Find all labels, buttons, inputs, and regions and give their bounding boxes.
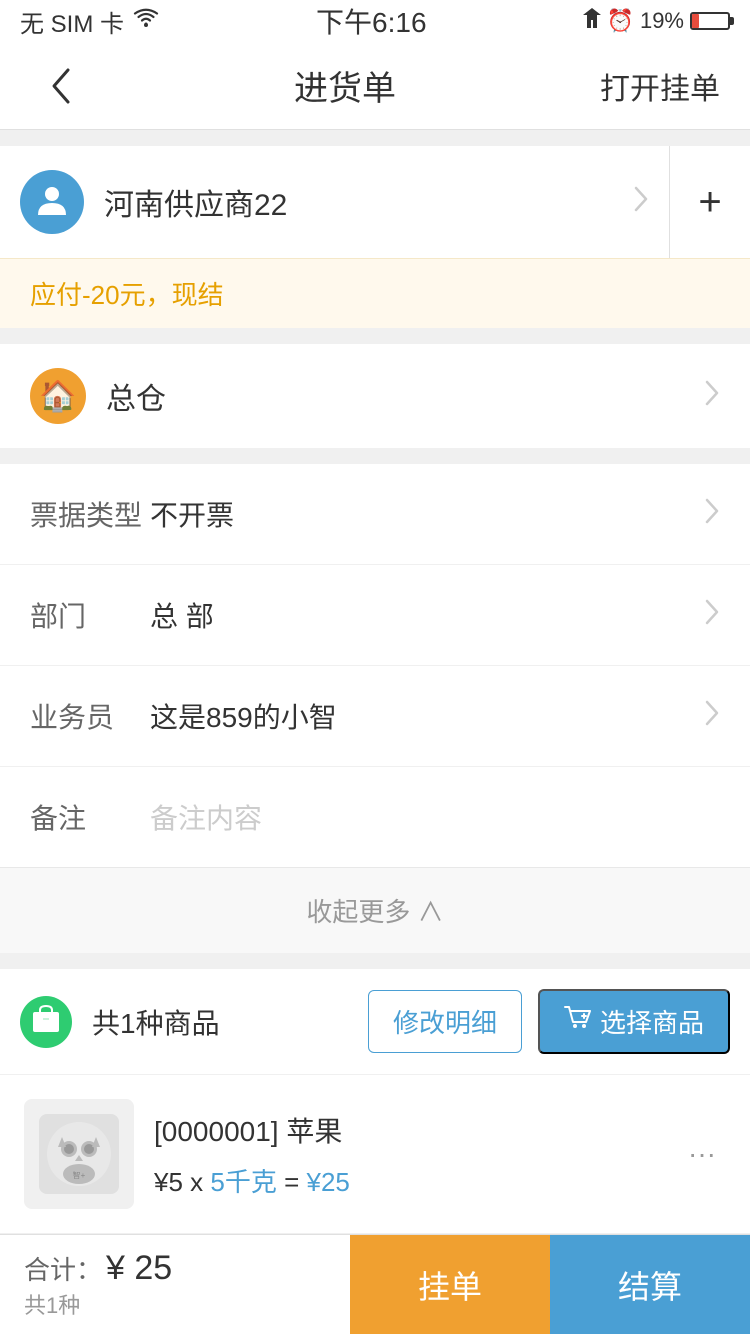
status-left: 无 SIM 卡	[20, 4, 160, 39]
product-thumb-inner: 智+	[39, 1114, 119, 1194]
products-count-label: 共1种商品	[92, 1002, 368, 1042]
equals-sign: =	[284, 1167, 306, 1197]
unit-price: ¥5	[154, 1167, 183, 1197]
warehouse-name: 总仓	[106, 374, 704, 418]
department-label: 部门	[30, 595, 150, 635]
product-more-button[interactable]: ···	[678, 1128, 726, 1180]
battery-percent: 19%	[640, 8, 684, 34]
supplier-selector[interactable]: 河南供应商22	[0, 146, 670, 258]
back-button[interactable]	[30, 56, 90, 116]
supplier-name: 河南供应商22	[104, 180, 633, 224]
product-item: 智+ [0000001] 苹果 ¥5 x 5千克 = ¥25 ···	[0, 1075, 750, 1234]
status-time: 下午6:16	[316, 1, 427, 41]
total-amount: ¥ 25	[106, 1249, 172, 1288]
battery-icon	[690, 12, 730, 30]
warehouse-chevron-icon	[704, 379, 720, 414]
location-icon	[583, 8, 601, 34]
select-products-button[interactable]: 选择商品	[538, 989, 730, 1054]
products-bag-icon	[31, 1004, 61, 1039]
remark-placeholder: 备注内容	[150, 797, 720, 837]
department-value: 总 部	[150, 595, 704, 635]
department-chevron-icon	[704, 598, 720, 633]
status-bar: 无 SIM 卡 下午6:16 ⏰ 19%	[0, 0, 750, 42]
total-section: 合计： ¥ 25 共1种	[0, 1235, 350, 1334]
add-supplier-button[interactable]: +	[670, 146, 750, 258]
modify-detail-button[interactable]: 修改明细	[368, 990, 522, 1053]
department-row[interactable]: 部门 总 部	[0, 565, 750, 666]
supplier-section: 河南供应商22 +	[0, 146, 750, 258]
section-gap-2	[0, 328, 750, 344]
remark-label: 备注	[30, 797, 150, 837]
product-price: ¥5 x 5千克 = ¥25	[154, 1162, 678, 1199]
section-gap-3	[0, 448, 750, 464]
salesperson-row[interactable]: 业务员 这是859的小智	[0, 666, 750, 767]
invoice-type-value: 不开票	[150, 494, 704, 534]
product-name: [0000001] 苹果	[154, 1110, 678, 1150]
salesperson-label: 业务员	[30, 696, 150, 736]
pending-label: 挂单	[418, 1262, 482, 1308]
remark-row[interactable]: 备注 备注内容	[0, 767, 750, 867]
salesperson-value: 这是859的小智	[150, 696, 704, 736]
quantity: 5千克	[210, 1167, 276, 1197]
section-gap-1	[0, 130, 750, 146]
cart-icon	[564, 1006, 592, 1037]
total-label: 合计：	[24, 1250, 102, 1287]
product-title: 苹果	[286, 1116, 342, 1147]
invoice-type-row[interactable]: 票据类型 不开票	[0, 464, 750, 565]
notice-text: 应付-20元，现结	[30, 280, 224, 310]
invoice-type-label: 票据类型	[30, 494, 150, 534]
pending-button[interactable]: 挂单	[350, 1235, 550, 1334]
collapse-button[interactable]: 收起更多 ∧	[0, 867, 750, 953]
alarm-icon: ⏰	[607, 8, 634, 34]
plus-icon: +	[698, 180, 721, 225]
wifi-icon	[132, 7, 160, 35]
products-header: 共1种商品 修改明细 选择商品	[0, 969, 750, 1075]
warehouse-selector[interactable]: 🏠 总仓	[0, 344, 750, 448]
avatar-icon	[34, 181, 70, 224]
checkout-button[interactable]: 结算	[550, 1235, 750, 1334]
bottom-bar: 合计： ¥ 25 共1种 挂单 结算	[0, 1234, 750, 1334]
page-title: 进货单	[294, 61, 396, 110]
invoice-chevron-icon	[704, 497, 720, 532]
warehouse-icon-wrap: 🏠	[30, 368, 86, 424]
product-thumbnail: 智+	[24, 1099, 134, 1209]
product-code: [0000001]	[154, 1116, 279, 1147]
checkout-label: 结算	[618, 1262, 682, 1308]
section-gap-4	[0, 953, 750, 969]
status-right: ⏰ 19%	[583, 8, 730, 34]
product-info: [0000001] 苹果 ¥5 x 5千克 = ¥25	[154, 1110, 678, 1199]
select-products-label: 选择商品	[600, 1003, 704, 1040]
nav-bar: 进货单 打开挂单	[0, 42, 750, 130]
multiply-sign: x	[190, 1167, 210, 1197]
notice-bar: 应付-20元，现结	[0, 258, 750, 328]
salesperson-chevron-icon	[704, 699, 720, 734]
collapse-text: 收起更多 ∧	[306, 892, 443, 929]
total-count: 共1种	[24, 1288, 326, 1320]
products-icon-wrap	[20, 996, 72, 1048]
open-pending-button[interactable]: 打开挂单	[600, 64, 720, 108]
carrier-label: 无 SIM 卡	[20, 4, 124, 39]
svg-text:智+: 智+	[73, 1170, 86, 1180]
warehouse-icon: 🏠	[39, 379, 76, 414]
subtotal: ¥25	[307, 1167, 350, 1197]
supplier-avatar	[20, 170, 84, 234]
form-section: 票据类型 不开票 部门 总 部 业务员 这是859的小智 备注 备注内容	[0, 464, 750, 867]
supplier-chevron-icon	[633, 185, 649, 220]
